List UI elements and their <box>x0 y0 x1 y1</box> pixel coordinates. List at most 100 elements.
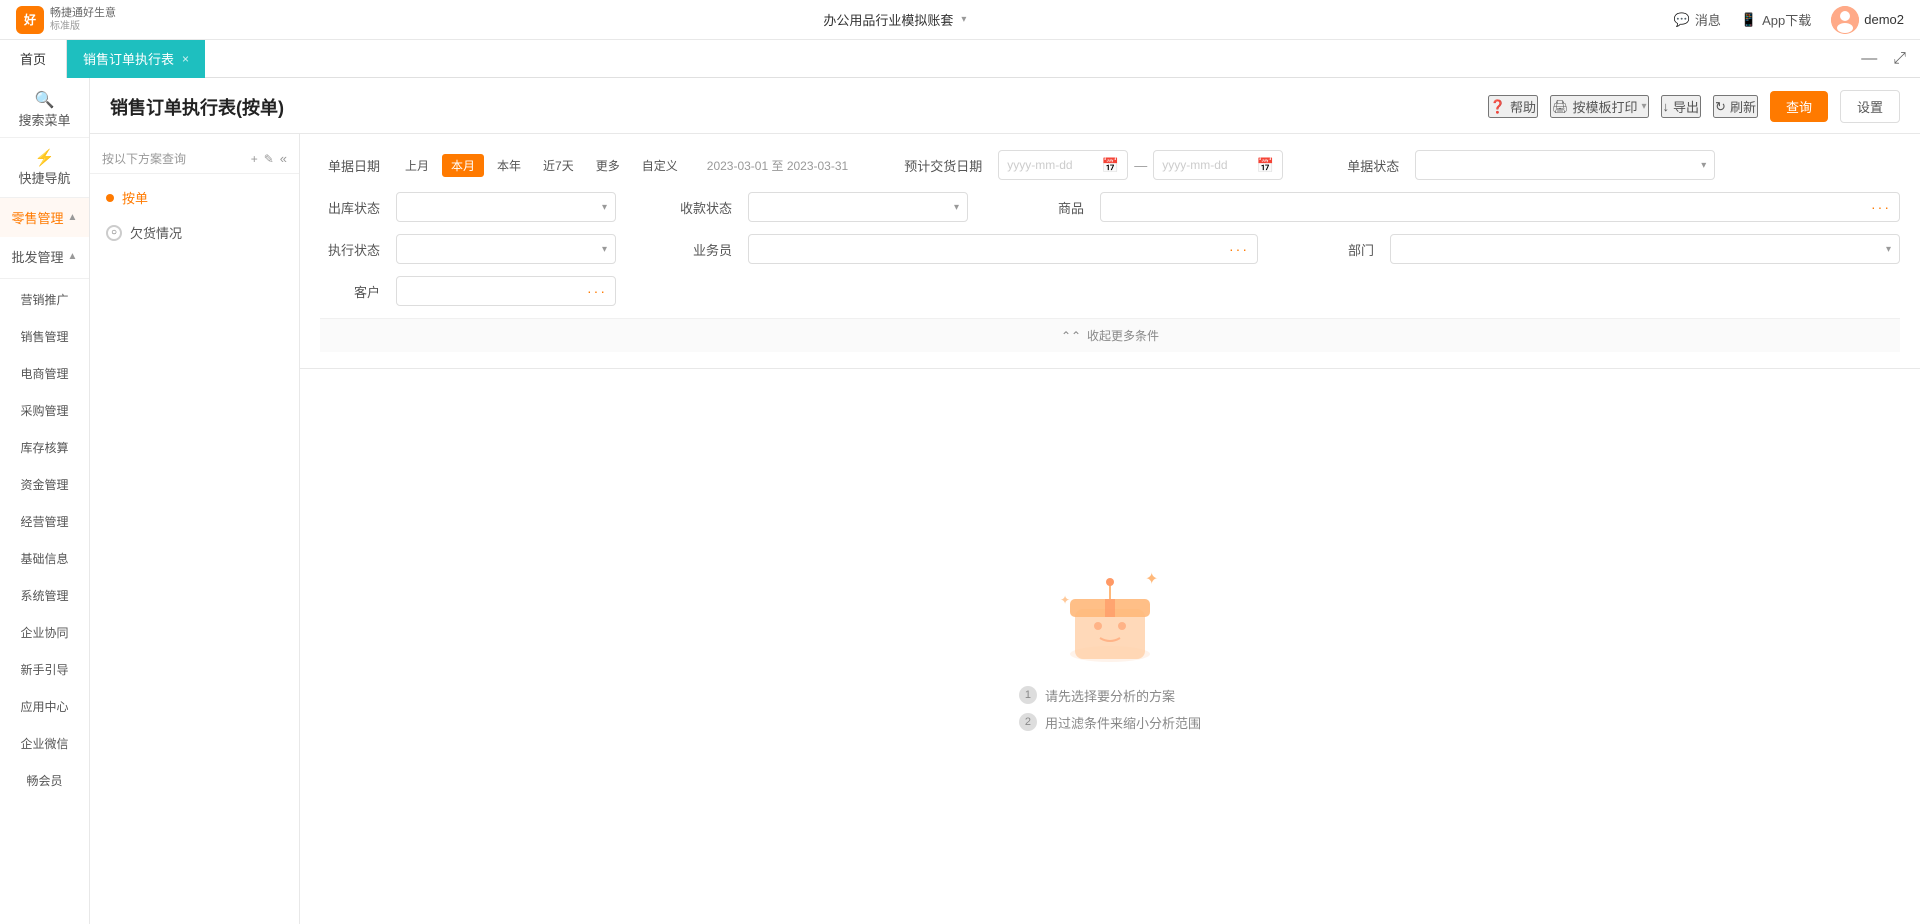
sidebar-item-app-center[interactable]: 应用中心 <box>0 688 89 725</box>
refresh-button[interactable]: ↻ 刷新 <box>1713 95 1758 118</box>
collapse-panel-button[interactable]: « <box>280 151 287 166</box>
help-button[interactable]: ❓ 帮助 <box>1488 95 1538 118</box>
sidebar-item-enterprise-wechat[interactable]: 企业微信 <box>0 725 89 762</box>
app-download-action[interactable]: 📱 App下载 <box>1741 10 1811 29</box>
export-button[interactable]: ↓ 导出 <box>1661 95 1702 118</box>
calendar-end-icon[interactable]: 📅 <box>1257 157 1274 174</box>
breadcrumb-text: 办公用品行业模拟账套 <box>823 10 953 29</box>
out-status-select[interactable]: ▾ <box>396 192 616 222</box>
right-content: 销售订单执行表(按单) ❓ 帮助 🖨 按模板打印 ▾ ↓ 导出 <box>90 78 1920 924</box>
tab-minimize-button[interactable]: — <box>1857 46 1881 72</box>
sidebar-item-ecommerce-mgmt[interactable]: 电商管理 <box>0 355 89 392</box>
filter-tab-this-month[interactable]: 本月 <box>442 154 484 177</box>
goods-label: 商品 <box>1024 198 1084 217</box>
tab-bar-actions: — ⤢ <box>1857 46 1920 72</box>
empty-steps-list: 1 请先选择要分析的方案 2 用过滤条件来缩小分析范围 <box>1019 686 1201 740</box>
help-icon: ❓ <box>1490 99 1506 115</box>
print-button[interactable]: 🖨 按模板打印 ▾ <box>1550 95 1649 118</box>
tab-sales-order-exec[interactable]: 销售订单执行表 × <box>67 40 205 78</box>
main-layout: 🔍 搜索菜单 ⚡ 快捷导航 零售管理 ▲ 批发管理 ▲ 营销推广 销售管理 电商… <box>0 78 1920 924</box>
filter-tab-this-year[interactable]: 本年 <box>488 154 530 177</box>
calendar-start-icon[interactable]: 📅 <box>1102 157 1119 174</box>
message-action[interactable]: 💬 消息 <box>1674 10 1721 29</box>
logo-text: 畅捷通好生意 标准版 <box>50 6 116 33</box>
svg-text:✦: ✦ <box>1060 593 1070 607</box>
username: demo2 <box>1864 12 1904 27</box>
top-bar: 好 畅捷通好生意 标准版 办公用品行业模拟账套 ▾ 💬 消息 📱 App下载 d… <box>0 0 1920 40</box>
empty-step-2: 2 用过滤条件来缩小分析范围 <box>1019 713 1201 732</box>
filter-row-2: 出库状态 ▾ 收款状态 ▾ 商品 ··· <box>320 192 1900 222</box>
expected-date-start-input[interactable]: yyyy-mm-dd 📅 <box>998 150 1128 180</box>
sidebar-item-new-guide[interactable]: 新手引导 <box>0 651 89 688</box>
sidebar-search[interactable]: 🔍 搜索菜单 <box>0 78 89 138</box>
left-panel: 按以下方案查询 + ✎ « 按单 ○ 欠货情况 <box>90 134 300 924</box>
filter-expected-date-range: yyyy-mm-dd 📅 — yyyy-mm-dd 📅 <box>998 150 1283 180</box>
query-button[interactable]: 查询 <box>1770 91 1828 122</box>
filter-row-3: 执行状态 ▾ 业务员 ··· 部门 ▾ <box>320 234 1900 264</box>
out-status-dropdown-icon: ▾ <box>602 202 607 213</box>
goods-more-icon[interactable]: ··· <box>1871 199 1891 215</box>
tab-close-icon[interactable]: × <box>182 52 189 66</box>
salesperson-select[interactable]: ··· <box>748 234 1258 264</box>
collapse-filter-button[interactable]: ⌃⌃ 收起更多条件 <box>320 318 1900 352</box>
page-title: 销售订单执行表(按单) <box>110 94 284 120</box>
filter-tab-custom[interactable]: 自定义 <box>633 154 687 177</box>
sidebar-item-system-mgmt[interactable]: 系统管理 <box>0 577 89 614</box>
sidebar-item-purchase-mgmt[interactable]: 采购管理 <box>0 392 89 429</box>
sidebar: 🔍 搜索菜单 ⚡ 快捷导航 零售管理 ▲ 批发管理 ▲ 营销推广 销售管理 电商… <box>0 78 90 924</box>
sidebar-item-operation-mgmt[interactable]: 经营管理 <box>0 503 89 540</box>
sidebar-item-wholesale-mgmt[interactable]: 批发管理 ▲ <box>0 237 89 276</box>
print-icon: 🖨 <box>1552 99 1569 115</box>
add-scheme-button[interactable]: + <box>251 152 258 166</box>
dept-dropdown-icon: ▾ <box>1886 244 1891 255</box>
filter-tab-last-month[interactable]: 上月 <box>396 154 438 177</box>
active-dot-icon <box>106 194 114 202</box>
salesperson-more-icon[interactable]: ··· <box>1229 241 1249 257</box>
expected-date-label: 预计交货日期 <box>904 156 982 175</box>
logo-area: 好 畅捷通好生意 标准版 <box>16 6 116 34</box>
breadcrumb-dropdown-icon[interactable]: ▾ <box>961 14 966 25</box>
message-icon: 💬 <box>1674 12 1690 28</box>
empty-step-1: 1 请先选择要分析的方案 <box>1019 686 1201 705</box>
settings-button[interactable]: 设置 <box>1840 90 1900 123</box>
filter-tab-more[interactable]: 更多 <box>587 154 629 177</box>
exec-status-select[interactable]: ▾ <box>396 234 616 264</box>
dept-label: 部门 <box>1314 240 1374 259</box>
filter-tab-7days[interactable]: 近7天 <box>534 154 583 177</box>
customer-more-icon[interactable]: ··· <box>587 283 607 299</box>
sidebar-item-finance-mgmt[interactable]: 资金管理 <box>0 466 89 503</box>
left-panel-item-order[interactable]: 按单 <box>90 180 299 215</box>
sidebar-item-inventory-check[interactable]: 库存核算 <box>0 429 89 466</box>
single-status-select[interactable]: ▾ <box>1415 150 1715 180</box>
sidebar-item-vip-member[interactable]: 畅会员 <box>0 762 89 799</box>
customer-select[interactable]: ··· <box>396 276 616 306</box>
svg-text:✦: ✦ <box>1145 571 1158 588</box>
sidebar-item-enterprise-collab[interactable]: 企业协同 <box>0 614 89 651</box>
sidebar-item-marketing[interactable]: 营销推广 <box>0 281 89 318</box>
filter-date-tabs: 上月 本月 本年 近7天 更多 自定义 <box>396 154 687 177</box>
user-area[interactable]: demo2 <box>1831 6 1904 34</box>
sidebar-quick-nav[interactable]: ⚡ 快捷导航 <box>0 138 89 198</box>
recv-status-dropdown-icon: ▾ <box>954 202 959 213</box>
left-panel-header-icons: + ✎ « <box>251 151 287 166</box>
filter-panel: 单据日期 上月 本月 本年 近7天 更多 自定义 2023-03-01 至 20… <box>300 134 1920 369</box>
sidebar-item-basic-info[interactable]: 基础信息 <box>0 540 89 577</box>
sidebar-item-sales-mgmt[interactable]: 销售管理 <box>0 318 89 355</box>
tab-home[interactable]: 首页 <box>0 40 67 78</box>
export-icon: ↓ <box>1663 99 1670 114</box>
left-panel-item-backorder[interactable]: ○ 欠货情况 <box>90 215 299 250</box>
dept-select[interactable]: ▾ <box>1390 234 1900 264</box>
edit-scheme-button[interactable]: ✎ <box>264 152 274 166</box>
tab-bar: 首页 销售订单执行表 × — ⤢ <box>0 40 1920 78</box>
refresh-icon: ↻ <box>1715 99 1726 115</box>
search-icon: 🔍 <box>8 90 81 110</box>
expected-date-end-input[interactable]: yyyy-mm-dd 📅 <box>1153 150 1283 180</box>
tab-maximize-button[interactable]: ⤢ <box>1889 46 1910 72</box>
step-1-num: 1 <box>1019 686 1037 704</box>
goods-select[interactable]: ··· <box>1100 192 1900 222</box>
sidebar-item-retail-mgmt[interactable]: 零售管理 ▲ <box>0 198 89 237</box>
top-bar-center: 办公用品行业模拟账套 ▾ <box>823 10 966 29</box>
recv-status-select[interactable]: ▾ <box>748 192 968 222</box>
salesperson-label: 业务员 <box>672 240 732 259</box>
empty-illustration: ✦ ✦ <box>1050 554 1170 674</box>
